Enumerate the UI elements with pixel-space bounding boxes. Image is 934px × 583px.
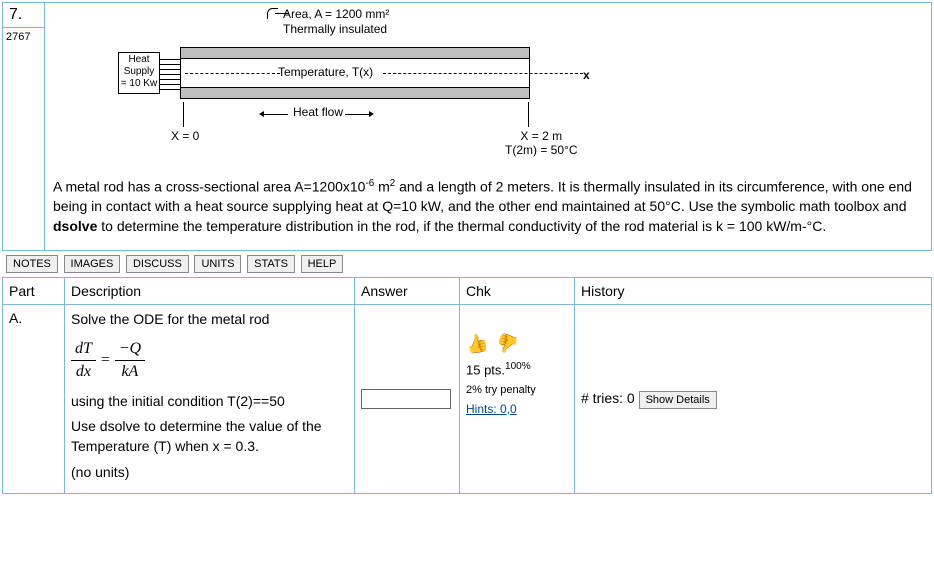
header-part: Part: [3, 278, 65, 305]
notes-button[interactable]: NOTES: [6, 255, 58, 273]
thermal-label: Thermally insulated: [283, 22, 387, 36]
header-description: Description: [65, 278, 355, 305]
points-text: 15 pts.100%: [466, 361, 568, 377]
heat-supply-box: HeatSupply= 10 Kw: [118, 52, 160, 94]
thumbs-up-icon[interactable]: 👍: [464, 332, 491, 358]
area-label: Area, A = 1200 mm²: [283, 7, 389, 21]
tries-label: # tries: 0: [581, 390, 639, 406]
x-end-label: X = 2 mT(2m) = 50°C: [505, 129, 577, 158]
question-body: Area, A = 1200 mm² Thermally insulated H…: [45, 3, 931, 250]
hints-link[interactable]: Hints: 0,0: [466, 402, 568, 416]
temperature-label: Temperature, T(x): [278, 65, 373, 79]
question-number-cell: 7. 2767: [3, 3, 45, 250]
heat-flow-label: Heat flow: [293, 105, 343, 119]
images-button[interactable]: IMAGES: [64, 255, 121, 273]
answer-input[interactable]: [361, 389, 451, 409]
stats-button[interactable]: STATS: [247, 255, 295, 273]
heat-flow-arrow-left: [263, 114, 288, 115]
penalty-text: 2% try penalty: [466, 384, 568, 396]
history-cell: # tries: 0 Show Details: [575, 305, 932, 494]
answer-cell: [355, 305, 460, 494]
question-container: 7. 2767 Area, A = 1200 mm² Thermally ins…: [2, 2, 932, 251]
header-history: History: [575, 278, 932, 305]
question-header: 7. 2767 Area, A = 1200 mm² Thermally ins…: [3, 3, 931, 250]
x-zero-label: X = 0: [171, 129, 199, 143]
fraction-left: dT dx: [71, 338, 96, 384]
header-chk: Chk: [460, 278, 575, 305]
tick-left: [183, 102, 184, 127]
units-button[interactable]: UNITS: [194, 255, 241, 273]
thumbs-down-icon[interactable]: 👎: [494, 332, 521, 358]
dash-right: [383, 73, 583, 74]
desc-task: Use dsolve to determine the value of the…: [71, 417, 348, 456]
table-row: A. Solve the ODE for the metal rod dT dx…: [3, 305, 932, 494]
chk-cell: 👍 👎 15 pts.100% 2% try penalty Hints: 0,…: [460, 305, 575, 494]
part-label: A.: [3, 305, 65, 494]
fraction-right: −Q kA: [115, 338, 145, 384]
equals-sign: =: [100, 352, 115, 369]
rod-diagram: Area, A = 1200 mm² Thermally insulated H…: [83, 7, 643, 167]
heat-flow-arrow-right: [345, 114, 370, 115]
desc-units: (no units): [71, 463, 348, 483]
header-row: Part Description Answer Chk History: [3, 278, 932, 305]
answer-table: Part Description Answer Chk History A. S…: [2, 277, 932, 494]
desc-condition: using the initial condition T(2)==50: [71, 392, 348, 412]
show-details-button[interactable]: Show Details: [639, 391, 717, 409]
tick-right: [528, 102, 529, 127]
header-answer: Answer: [355, 278, 460, 305]
problem-statement: A metal rod has a cross-sectional area A…: [53, 177, 923, 236]
discuss-button[interactable]: DISCUSS: [126, 255, 189, 273]
dash-left: [185, 73, 280, 74]
desc-intro: Solve the ODE for the metal rod: [71, 310, 348, 330]
ode-equation: dT dx = −Q kA: [71, 338, 348, 384]
description-cell: Solve the ODE for the metal rod dT dx = …: [65, 305, 355, 494]
heat-lines: [160, 55, 180, 94]
x-axis-label: x: [583, 68, 590, 82]
question-id: 2767: [3, 28, 44, 46]
toolbar: NOTES IMAGES DISCUSS UNITS STATS HELP: [2, 251, 932, 277]
help-button[interactable]: HELP: [301, 255, 344, 273]
question-number: 7.: [3, 3, 44, 28]
